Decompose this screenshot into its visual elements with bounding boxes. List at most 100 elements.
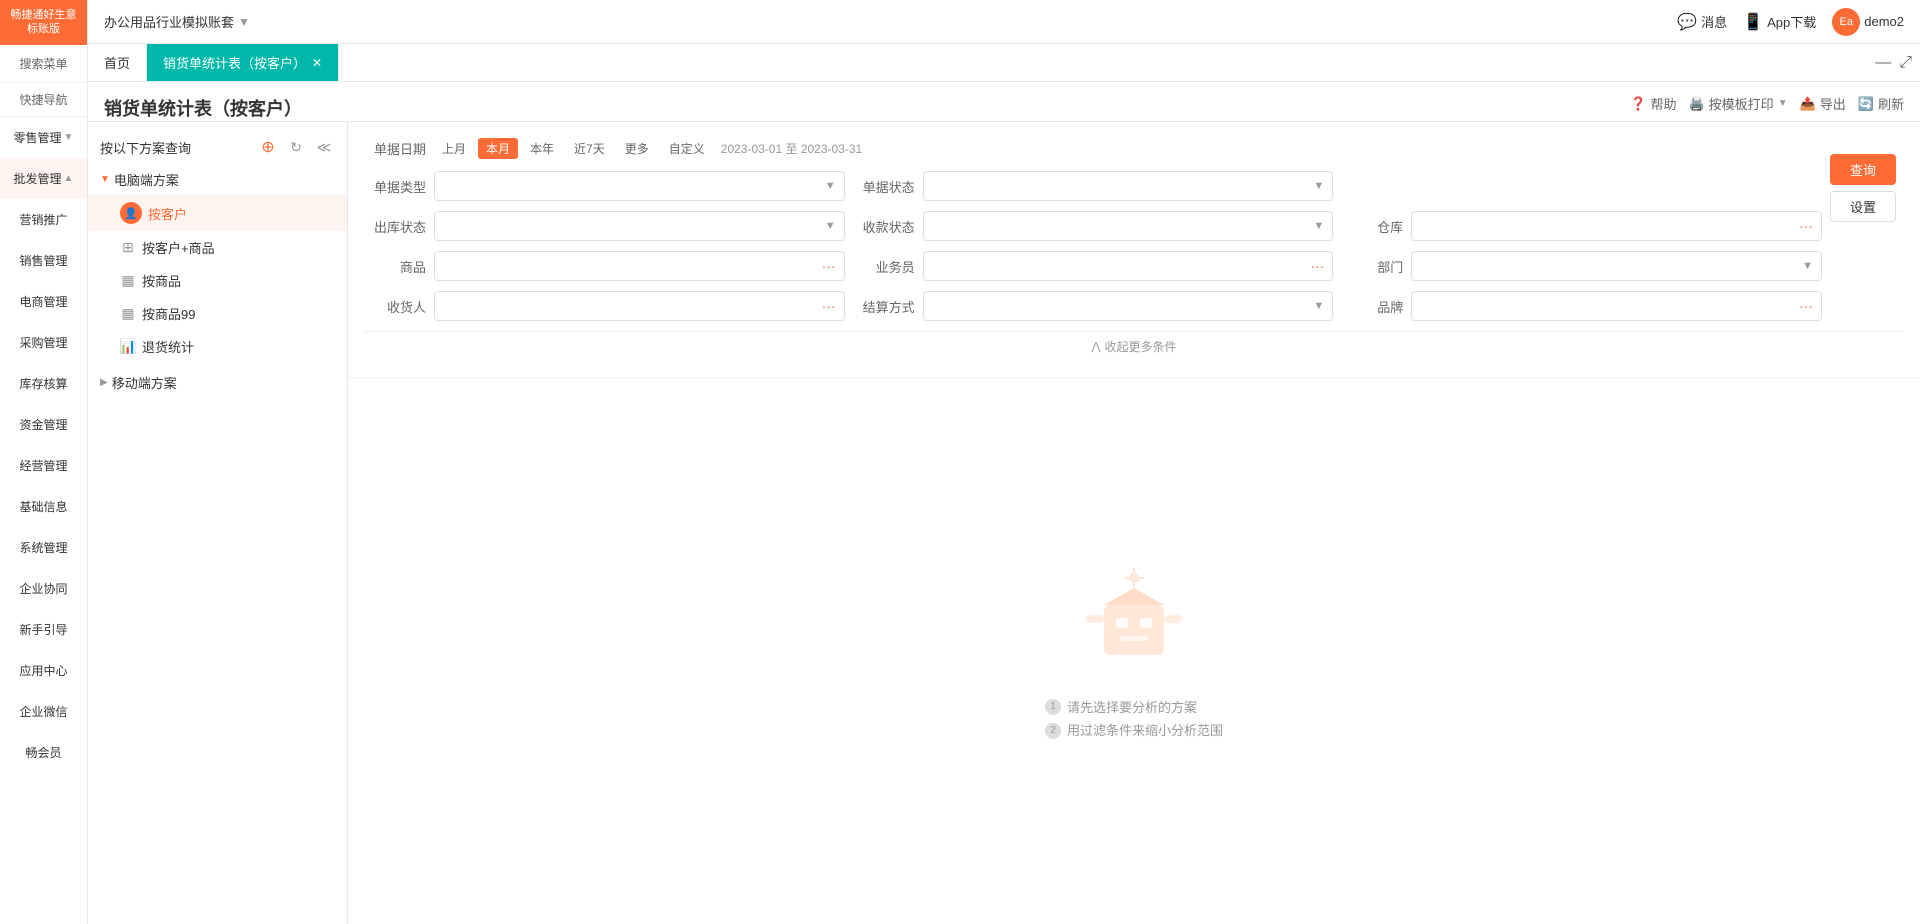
result-area: 1 请先选择要分析的方案 2 用过滤条件来缩小分析范围 — [348, 378, 1920, 924]
date-btn-more[interactable]: 更多 — [617, 138, 657, 159]
settlement-label: 结算方式 — [853, 297, 923, 316]
sidebar-item-inventory[interactable]: 库存核算 — [0, 363, 87, 404]
date-btn-this-month[interactable]: 本月 — [478, 138, 518, 159]
scheme-item-by-customer-product[interactable]: ⊞ 按客户+商品 — [88, 231, 347, 264]
sidebar: 畅捷通好生意 标账版 搜索菜单 快捷导航 零售管理 ▼ 批发管理 ▲ 营销推广 … — [0, 0, 88, 924]
bar-chart-icon: 📊 — [120, 339, 136, 355]
sidebar-item-finance[interactable]: 资金管理 — [0, 404, 87, 445]
date-range-display: 2023-03-01 至 2023-03-31 — [721, 140, 862, 157]
add-scheme-btn[interactable]: ⊕ — [257, 136, 279, 158]
page-header: 销货单统计表（按客户） ❓ 帮助 🖨️ 按模板打印 ▼ 📤 导出 🔄 刷新 — [88, 82, 1920, 122]
sidebar-item-ecommerce[interactable]: 电商管理 — [0, 281, 87, 322]
tab-close-icon[interactable]: ✕ — [312, 56, 322, 70]
tab-maximize-icon[interactable]: ⤢ — [1899, 54, 1912, 72]
sidebar-app-center-label: 应用中心 — [19, 662, 67, 679]
sidebar-item-enterprise[interactable]: 企业协同 — [0, 568, 87, 609]
sidebar-item-sales[interactable]: 销售管理 — [0, 240, 87, 281]
tab-minimize-icon[interactable]: — — [1875, 54, 1891, 72]
tab-sales-stat[interactable]: 销货单统计表（按客户） ✕ — [147, 44, 339, 81]
scheme-item-by-customer-label: 按客户 — [148, 204, 187, 223]
logo[interactable]: 畅捷通好生意 标账版 — [0, 0, 87, 45]
salesperson-filter: 业务员 ··· — [853, 251, 1334, 281]
app-download-btn[interactable]: 📱 App下载 — [1743, 12, 1816, 32]
message-icon: 💬 — [1677, 12, 1697, 32]
collapse-scheme-icon: ≪ — [317, 139, 332, 156]
product-filter: 商品 ··· — [364, 251, 845, 281]
tip-num-2: 2 — [1045, 723, 1061, 739]
export-btn[interactable]: 📤 导出 — [1800, 94, 1846, 113]
product-input[interactable]: ··· — [434, 251, 845, 281]
department-dropdown-icon: ▼ — [1802, 260, 1813, 272]
date-btn-this-year[interactable]: 本年 — [522, 138, 562, 159]
sidebar-item-app-center[interactable]: 应用中心 — [0, 650, 87, 691]
sidebar-item-retail[interactable]: 零售管理 ▼ — [0, 117, 87, 158]
doc-status-input[interactable]: ▼ — [923, 171, 1334, 201]
receiver-input[interactable]: ··· — [434, 291, 845, 321]
tab-home[interactable]: 首页 — [88, 44, 147, 81]
warehouse-input[interactable]: ··· — [1411, 211, 1822, 241]
out-status-input[interactable]: ▼ — [434, 211, 845, 241]
settlement-input[interactable]: ▼ — [923, 291, 1334, 321]
grid-icon: ⊞ — [120, 240, 136, 256]
sidebar-item-member[interactable]: 畅会员 — [0, 732, 87, 773]
section-expand-icon: ▼ — [100, 174, 110, 185]
scheme-item-by-product-99-label: 按商品99 — [142, 304, 195, 323]
message-btn[interactable]: 💬 消息 — [1677, 12, 1727, 32]
sidebar-item-wholesale[interactable]: 批发管理 ▲ — [0, 158, 87, 199]
out-status-dropdown-icon: ▼ — [825, 220, 836, 232]
sidebar-item-purchase[interactable]: 采购管理 — [0, 322, 87, 363]
payment-status-input[interactable]: ▼ — [923, 211, 1334, 241]
doc-type-label: 单据类型 — [364, 177, 434, 196]
doc-type-filter: 单据类型 ▼ — [364, 171, 845, 201]
date-filter-controls: 上月 本月 本年 近7天 更多 自定义 2023-03-01 至 2023-03… — [434, 138, 862, 159]
refresh-scheme-btn[interactable]: ↻ — [285, 136, 307, 158]
sidebar-item-marketing[interactable]: 营销推广 — [0, 199, 87, 240]
doc-type-dropdown-icon: ▼ — [825, 180, 836, 192]
settlement-dropdown-icon: ▼ — [1313, 300, 1324, 312]
collapse-more-conditions-btn[interactable]: ⋀ 收起更多条件 — [364, 332, 1904, 361]
sidebar-item-basic[interactable]: 基础信息 — [0, 486, 87, 527]
search-menu-item[interactable]: 搜索菜单 — [0, 45, 87, 83]
department-input[interactable]: ▼ — [1411, 251, 1822, 281]
department-filter: 部门 ▼ — [1341, 251, 1822, 281]
date-btn-last-7-days[interactable]: 近7天 — [566, 138, 613, 159]
industry-selector[interactable]: 办公用品行业模拟账套 ▼ — [104, 12, 250, 31]
salesperson-input[interactable]: ··· — [923, 251, 1334, 281]
collapse-scheme-btn[interactable]: ≪ — [313, 136, 335, 158]
filter-area: 单据日期 上月 本月 本年 近7天 更多 自定义 — [348, 122, 1920, 378]
empty-tip-1: 1 请先选择要分析的方案 — [1045, 696, 1223, 719]
query-button[interactable]: 查询 — [1830, 154, 1896, 185]
logo-text: 畅捷通好生意 — [4, 8, 83, 22]
scheme-section-mobile-header[interactable]: ▶ 移动端方案 — [88, 367, 347, 398]
user-profile-btn[interactable]: Ea demo2 — [1832, 8, 1904, 36]
header-right: 💬 消息 📱 App下载 Ea demo2 — [1677, 8, 1904, 36]
quick-nav-item[interactable]: 快捷导航 — [0, 83, 87, 117]
sidebar-newbie-label: 新手引导 — [19, 621, 67, 638]
message-label: 消息 — [1701, 12, 1727, 31]
sidebar-item-newbie[interactable]: 新手引导 — [0, 609, 87, 650]
empty-tip-1-text: 请先选择要分析的方案 — [1067, 696, 1197, 719]
template-print-btn[interactable]: 🖨️ 按模板打印 ▼ — [1688, 94, 1787, 113]
search-menu-label: 搜索菜单 — [19, 57, 67, 71]
scheme-item-by-product-99[interactable]: ▦ 按商品99 — [88, 297, 347, 330]
settings-button[interactable]: 设置 — [1830, 191, 1896, 222]
scheme-item-by-product[interactable]: ▦ 按商品 — [88, 264, 347, 297]
sidebar-wholesale-label: 批发管理 — [14, 170, 62, 187]
scheme-item-by-customer-product-label: 按客户+商品 — [142, 238, 215, 257]
scheme-section-desktop-header[interactable]: ▼ 电脑端方案 — [88, 164, 347, 195]
sidebar-item-system[interactable]: 系统管理 — [0, 527, 87, 568]
tab-home-label: 首页 — [104, 53, 130, 72]
date-btn-last-month[interactable]: 上月 — [434, 138, 474, 159]
sidebar-item-operation[interactable]: 经营管理 — [0, 445, 87, 486]
sidebar-item-wechat[interactable]: 企业微信 — [0, 691, 87, 732]
scheme-item-by-customer[interactable]: 👤 按客户 — [88, 195, 347, 231]
receiver-dots-icon: ··· — [822, 298, 836, 314]
date-btn-custom[interactable]: 自定义 — [661, 138, 713, 159]
sidebar-system-label: 系统管理 — [19, 539, 67, 556]
product-dots-icon: ··· — [822, 258, 836, 274]
doc-type-input[interactable]: ▼ — [434, 171, 845, 201]
refresh-btn[interactable]: 🔄 刷新 — [1858, 94, 1904, 113]
scheme-item-return-stat[interactable]: 📊 退货统计 — [88, 330, 347, 363]
help-btn[interactable]: ❓ 帮助 — [1630, 94, 1676, 113]
brand-input[interactable]: ··· — [1411, 291, 1822, 321]
